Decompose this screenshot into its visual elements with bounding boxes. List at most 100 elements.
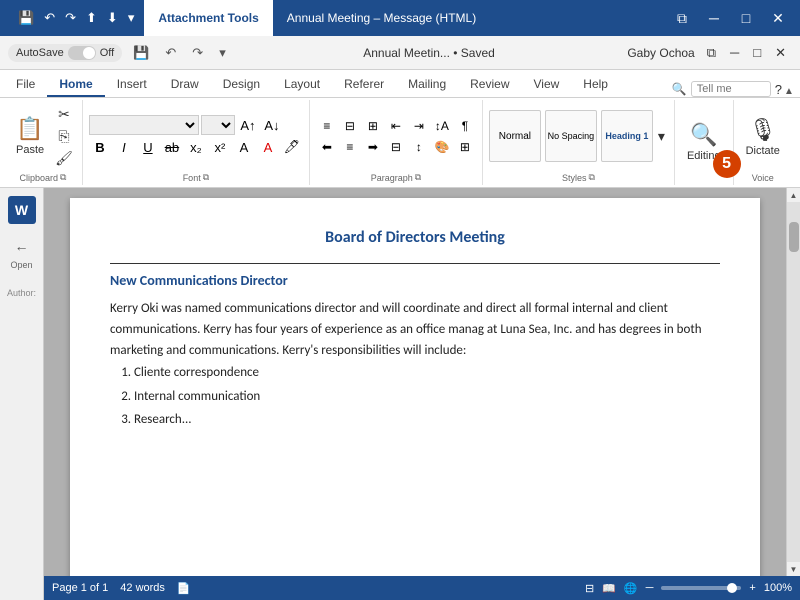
font-family-select[interactable] bbox=[89, 115, 199, 135]
ribbon-scroll-btn[interactable]: ▲ bbox=[782, 86, 796, 97]
read-view-icon[interactable]: 📖 bbox=[602, 582, 616, 595]
undo-inner-button[interactable]: ↶ bbox=[160, 43, 181, 63]
autosave-state: Off bbox=[100, 47, 114, 59]
doc-content-area: Board of Directors Meeting New Communica… bbox=[44, 188, 800, 600]
style-heading1[interactable]: Heading 1 bbox=[601, 110, 653, 162]
scroll-track-v[interactable] bbox=[787, 202, 800, 562]
style-no-spacing[interactable]: No Spacing bbox=[545, 110, 597, 162]
align-right-button[interactable]: ➡ bbox=[362, 137, 384, 157]
autosave-badge[interactable]: AutoSave Off bbox=[8, 44, 122, 62]
search-input[interactable] bbox=[691, 81, 771, 97]
sort-button[interactable]: ↕A bbox=[431, 116, 453, 136]
close-inner-button[interactable]: ✕ bbox=[769, 43, 792, 63]
more-button[interactable]: ▾ bbox=[124, 8, 139, 28]
font-color-button[interactable]: A bbox=[257, 137, 279, 157]
restore-inner-button[interactable]: ⧉ bbox=[701, 43, 722, 63]
ribbon-tabs: File Home Insert Draw Design Layout Refe… bbox=[0, 70, 800, 98]
tab-annual-meeting[interactable]: Annual Meeting – Message (HTML) bbox=[273, 0, 490, 36]
style-normal[interactable]: Normal bbox=[489, 110, 541, 162]
subscript-button[interactable]: x₂ bbox=[185, 137, 207, 157]
cut-button[interactable]: ✂ bbox=[52, 104, 76, 125]
bullets-button[interactable]: ≡ bbox=[316, 116, 338, 136]
doc-title: Board of Directors Meeting bbox=[110, 228, 720, 247]
copy-button[interactable]: ⎘ bbox=[52, 126, 76, 147]
word-count-icon[interactable]: 📄 bbox=[177, 582, 191, 595]
underline-button[interactable]: U bbox=[137, 137, 159, 157]
zoom-thumb bbox=[727, 583, 737, 593]
styles-scroll-button[interactable]: ▾ bbox=[655, 126, 668, 147]
status-bar: Page 1 of 1 42 words 📄 ⊟ 📖 🌐 ─ + 100% bbox=[44, 576, 800, 600]
decrease-font-button[interactable]: A↓ bbox=[261, 115, 283, 135]
tab-attachment-tools[interactable]: Attachment Tools bbox=[144, 0, 272, 36]
tab-layout[interactable]: Layout bbox=[272, 73, 332, 97]
line-spacing-button[interactable]: ↕ bbox=[408, 137, 430, 157]
vertical-scrollbar[interactable]: ▲ ▼ bbox=[786, 188, 800, 576]
ribbon-search: 🔍 ? bbox=[672, 81, 782, 97]
upload-button[interactable]: ⬆ bbox=[82, 8, 101, 28]
bold-button[interactable]: B bbox=[89, 137, 111, 157]
justify-button[interactable]: ⊟ bbox=[385, 137, 407, 157]
font-size-select[interactable] bbox=[201, 115, 235, 135]
paste-button[interactable]: 📋 Paste bbox=[10, 112, 50, 160]
redo-inner-button[interactable]: ↷ bbox=[187, 43, 208, 63]
shading-button[interactable]: 🎨 bbox=[431, 137, 453, 157]
main-layout: W ← Open Author: Board of Directors Meet… bbox=[0, 188, 800, 600]
dictate-button[interactable]: 🎙 Dictate bbox=[740, 113, 786, 161]
download-button[interactable]: ⬇ bbox=[103, 8, 122, 28]
decrease-indent-button[interactable]: ⇤ bbox=[385, 116, 407, 136]
maximize-inner-button[interactable]: □ bbox=[747, 43, 767, 63]
titlebar-tabs: Attachment Tools Annual Meeting – Messag… bbox=[144, 0, 668, 36]
autosave-toggle[interactable] bbox=[68, 46, 96, 60]
more-inner-button[interactable]: ▾ bbox=[214, 43, 231, 63]
save-inner-button[interactable]: 💾 bbox=[128, 43, 154, 63]
multilevel-button[interactable]: ⊞ bbox=[362, 116, 384, 136]
tab-draw[interactable]: Draw bbox=[159, 73, 211, 97]
web-view-icon[interactable]: 🌐 bbox=[624, 582, 638, 595]
tab-referer[interactable]: Referer bbox=[332, 73, 396, 97]
word-icon: W bbox=[8, 196, 36, 224]
scroll-up-arrow[interactable]: ▲ bbox=[787, 188, 800, 202]
nav-back-icon[interactable]: ← bbox=[15, 238, 29, 254]
scroll-down-arrow[interactable]: ▼ bbox=[787, 562, 800, 576]
tab-home[interactable]: Home bbox=[47, 73, 104, 97]
help-icon[interactable]: ? bbox=[775, 82, 782, 97]
format-painter-button[interactable]: 🖌 bbox=[52, 148, 76, 169]
clear-format-button[interactable]: A bbox=[233, 137, 255, 157]
zoom-out-icon[interactable]: ─ bbox=[646, 582, 654, 594]
tab-design[interactable]: Design bbox=[211, 73, 272, 97]
numbering-button[interactable]: ⊟ bbox=[339, 116, 361, 136]
superscript-button[interactable]: x² bbox=[209, 137, 231, 157]
tab-insert[interactable]: Insert bbox=[105, 73, 159, 97]
tab-help[interactable]: Help bbox=[571, 73, 620, 97]
highlight-button[interactable]: 🖊 bbox=[281, 137, 303, 157]
tab-view[interactable]: View bbox=[522, 73, 572, 97]
borders-button[interactable]: ⊞ bbox=[454, 137, 476, 157]
paragraph-expand-icon[interactable]: ⧉ bbox=[415, 172, 421, 183]
tab-mailing[interactable]: Mailing bbox=[396, 73, 458, 97]
strikethrough-button[interactable]: ab bbox=[161, 137, 183, 157]
align-left-button[interactable]: ⬅ bbox=[316, 137, 338, 157]
minimize-inner-button[interactable]: ─ bbox=[724, 43, 745, 63]
increase-indent-button[interactable]: ⇥ bbox=[408, 116, 430, 136]
clipboard-expand-icon[interactable]: ⧉ bbox=[60, 172, 66, 183]
align-center-button[interactable]: ≡ bbox=[339, 137, 361, 157]
tab-file[interactable]: File bbox=[4, 73, 47, 97]
restore-button[interactable]: ⧉ bbox=[668, 4, 696, 32]
undo-button[interactable]: ↶ bbox=[40, 8, 59, 28]
save-button[interactable]: 💾 bbox=[14, 8, 38, 28]
close-button[interactable]: ✕ bbox=[764, 4, 792, 32]
show-marks-button[interactable]: ¶ bbox=[454, 116, 476, 136]
minimize-button[interactable]: ─ bbox=[700, 4, 728, 32]
italic-button[interactable]: I bbox=[113, 137, 135, 157]
increase-font-button[interactable]: A↑ bbox=[237, 115, 259, 135]
zoom-slider[interactable] bbox=[661, 586, 741, 590]
redo-button[interactable]: ↷ bbox=[61, 8, 80, 28]
maximize-button[interactable]: □ bbox=[732, 4, 760, 32]
layout-view-icon[interactable]: ⊟ bbox=[585, 582, 594, 595]
font-expand-icon[interactable]: ⧉ bbox=[203, 172, 209, 183]
tab-review[interactable]: Review bbox=[458, 73, 521, 97]
zoom-in-icon[interactable]: + bbox=[749, 582, 755, 594]
styles-expand-icon[interactable]: ⧉ bbox=[588, 172, 594, 183]
scroll-thumb-v[interactable] bbox=[789, 222, 799, 252]
document-page[interactable]: Board of Directors Meeting New Communica… bbox=[70, 198, 760, 576]
